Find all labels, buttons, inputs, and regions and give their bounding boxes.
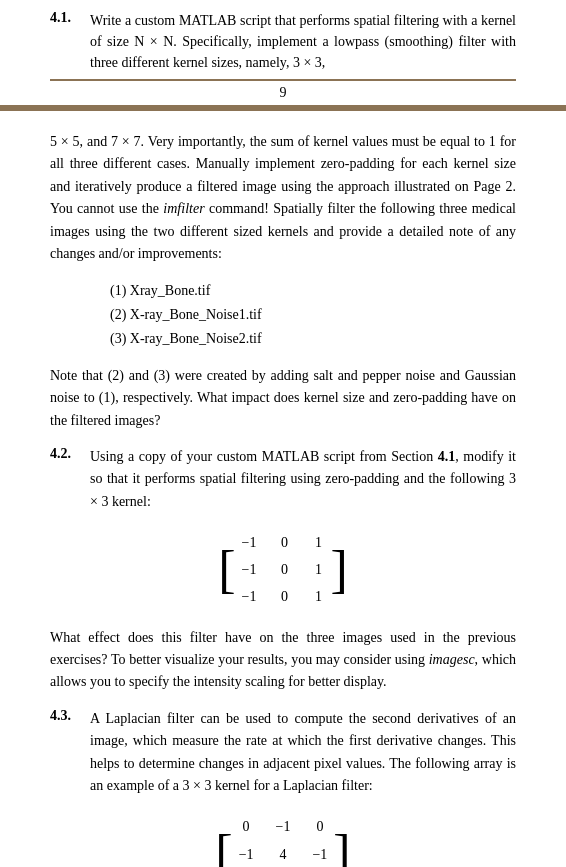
matrix-4-3-bracket-right: ] bbox=[333, 828, 350, 867]
matrix-4-3-r1c3: 0 bbox=[310, 813, 329, 840]
matrix-4-3: [ 0 −1 0 −1 4 −1 0 −1 0 ] bbox=[215, 813, 350, 867]
paragraph-3: What effect does this filter have on the… bbox=[50, 627, 516, 694]
section-4-2-number: 4.2. bbox=[50, 446, 90, 462]
page-container: 4.1. Write a custom MATLAB script that p… bbox=[0, 0, 566, 867]
list-item-2: (2) X-ray_Bone_Noise1.tif bbox=[110, 303, 516, 327]
matrix-4-2-r2c1: −1 bbox=[240, 556, 259, 583]
matrix-4-2-bracket-right: ] bbox=[330, 544, 347, 596]
matrix-4-3-r1c2: −1 bbox=[274, 813, 293, 840]
matrix-4-2-bracket-left: [ bbox=[218, 544, 235, 596]
section-4-1-header: 4.1. Write a custom MATLAB script that p… bbox=[50, 10, 516, 73]
matrix-4-2-r2c2: 0 bbox=[276, 556, 292, 583]
matrix-4-2-container: [ −1 0 1 −1 0 1 −1 0 1 ] bbox=[50, 529, 516, 611]
imfilter-text: imfilter bbox=[163, 201, 204, 216]
matrix-4-3-grid: 0 −1 0 −1 4 −1 0 −1 0 bbox=[237, 813, 330, 867]
section-4-1-number: 4.1. bbox=[50, 10, 90, 26]
matrix-4-2-r1c2: 0 bbox=[276, 529, 292, 556]
paragraph-2: Note that (2) and (3) were created by ad… bbox=[50, 365, 516, 432]
imagesc-text: imagesc bbox=[429, 652, 475, 667]
matrix-4-2-r2c3: 1 bbox=[310, 556, 326, 583]
section-4-1-text: Write a custom MATLAB script that perfor… bbox=[90, 10, 516, 73]
section-4-2-text: Using a copy of your custom MATLAB scrip… bbox=[90, 446, 516, 513]
list-item-1-text: (1) Xray_Bone.tif bbox=[110, 283, 210, 298]
paragraph-2-text: Note that (2) and (3) were created by ad… bbox=[50, 368, 516, 428]
image-list: (1) Xray_Bone.tif (2) X-ray_Bone_Noise1.… bbox=[110, 279, 516, 350]
matrix-4-3-r1c1: 0 bbox=[237, 813, 256, 840]
list-item-3-text: (3) X-ray_Bone_Noise2.tif bbox=[110, 331, 262, 346]
matrix-4-2-r3c2: 0 bbox=[276, 583, 292, 610]
matrix-4-3-r2c2: 4 bbox=[274, 841, 293, 867]
page-number: 9 bbox=[280, 85, 287, 100]
page-number-bar: 9 bbox=[50, 79, 516, 105]
list-item-3: (3) X-ray_Bone_Noise2.tif bbox=[110, 327, 516, 351]
matrix-4-2-r1c3: 1 bbox=[310, 529, 326, 556]
section-4-2-header: 4.2. Using a copy of your custom MATLAB … bbox=[50, 446, 516, 513]
section-4-3: 4.3. A Laplacian filter can be used to c… bbox=[50, 708, 516, 867]
matrix-4-3-r2c3: −1 bbox=[310, 841, 329, 867]
section-4-2: 4.2. Using a copy of your custom MATLAB … bbox=[50, 446, 516, 694]
matrix-4-2-r3c1: −1 bbox=[240, 583, 259, 610]
section-4-3-header: 4.3. A Laplacian filter can be used to c… bbox=[50, 708, 516, 798]
matrix-4-2-grid: −1 0 1 −1 0 1 −1 0 1 bbox=[240, 529, 327, 611]
top-section: 4.1. Write a custom MATLAB script that p… bbox=[0, 0, 566, 105]
matrix-4-3-container: [ 0 −1 0 −1 4 −1 0 −1 0 ] bbox=[50, 813, 516, 867]
section-4-3-number: 4.3. bbox=[50, 708, 90, 724]
matrix-4-2-r1c1: −1 bbox=[240, 529, 259, 556]
section-4-3-text: A Laplacian filter can be used to comput… bbox=[90, 708, 516, 798]
list-item-2-text: (2) X-ray_Bone_Noise1.tif bbox=[110, 307, 262, 322]
matrix-4-3-bracket-left: [ bbox=[215, 828, 232, 867]
list-item-1: (1) Xray_Bone.tif bbox=[110, 279, 516, 303]
section-4-2-ref-bold: 4.1 bbox=[438, 449, 456, 464]
paragraph-1: 5 × 5, and 7 × 7. Very importantly, the … bbox=[50, 131, 516, 265]
matrix-4-2: [ −1 0 1 −1 0 1 −1 0 1 ] bbox=[218, 529, 348, 611]
main-content: 5 × 5, and 7 × 7. Very importantly, the … bbox=[0, 111, 566, 867]
matrix-4-2-r3c3: 1 bbox=[310, 583, 326, 610]
matrix-4-3-r2c1: −1 bbox=[237, 841, 256, 867]
